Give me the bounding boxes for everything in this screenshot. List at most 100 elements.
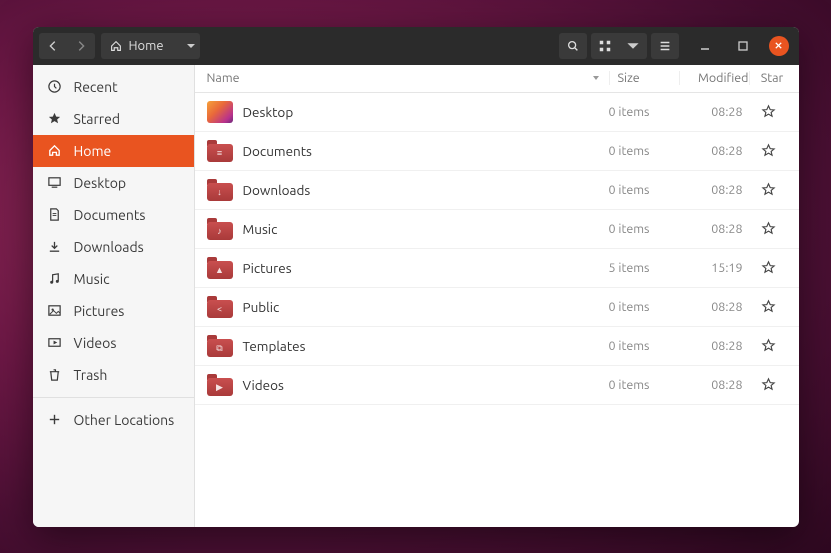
file-modified-cell: 08:28 — [679, 105, 749, 119]
minimize-button[interactable] — [693, 34, 717, 58]
sidebar-item-label: Starred — [74, 111, 121, 127]
sidebar-item-label: Documents — [74, 207, 146, 223]
folder-icon: ♪ — [207, 218, 233, 240]
file-name-cell: Desktop — [207, 101, 609, 123]
view-dropdown-button[interactable] — [619, 33, 647, 59]
maximize-button[interactable] — [731, 34, 755, 58]
trash-icon — [47, 367, 62, 382]
sidebar-item-label: Music — [74, 271, 110, 287]
file-modified-cell: 08:28 — [679, 144, 749, 158]
sidebar-item-label: Pictures — [74, 303, 125, 319]
close-icon — [774, 41, 783, 50]
file-row[interactable]: < Public 0 items 08:28 — [195, 288, 799, 327]
sidebar-item-label: Recent — [74, 79, 118, 95]
column-header-size[interactable]: Size — [609, 71, 679, 85]
download-icon — [47, 239, 62, 254]
path-bar[interactable]: Home — [101, 33, 200, 59]
column-header-name[interactable]: Name — [207, 71, 609, 85]
file-star-cell[interactable] — [749, 182, 789, 197]
file-name-label: Downloads — [243, 182, 311, 198]
sidebar-item-label: Home — [74, 143, 112, 159]
column-header-modified[interactable]: Modified — [679, 71, 749, 85]
chevron-left-icon — [46, 39, 60, 53]
star-icon — [761, 221, 776, 236]
hamburger-icon — [658, 39, 672, 53]
sidebar-item-videos[interactable]: Videos — [33, 327, 194, 359]
file-name-cell: ≡ Documents — [207, 140, 609, 162]
file-row[interactable]: ▲ Pictures 5 items 15:19 — [195, 249, 799, 288]
sidebar-item-desktop[interactable]: Desktop — [33, 167, 194, 199]
sidebar-item-label: Videos — [74, 335, 117, 351]
sidebar-item-starred[interactable]: Starred — [33, 103, 194, 135]
file-modified-cell: 15:19 — [679, 261, 749, 275]
file-star-cell[interactable] — [749, 221, 789, 236]
file-row[interactable]: ▶ Videos 0 items 08:28 — [195, 366, 799, 405]
close-button[interactable] — [769, 36, 789, 56]
forward-button[interactable] — [67, 33, 95, 59]
star-fill-icon — [47, 111, 62, 126]
hamburger-menu-button[interactable] — [651, 33, 679, 59]
file-star-cell[interactable] — [749, 377, 789, 392]
sidebar-item-home[interactable]: Home — [33, 135, 194, 167]
file-name-cell: ↓ Downloads — [207, 179, 609, 201]
file-name-label: Music — [243, 221, 278, 237]
back-button[interactable] — [39, 33, 67, 59]
folder-icon: ▲ — [207, 257, 233, 279]
sidebar-item-music[interactable]: Music — [33, 263, 194, 295]
file-name-label: Documents — [243, 143, 312, 159]
file-row[interactable]: ≡ Documents 0 items 08:28 — [195, 132, 799, 171]
sidebar-item-downloads[interactable]: Downloads — [33, 231, 194, 263]
home-icon — [47, 143, 62, 158]
file-row[interactable]: ↓ Downloads 0 items 08:28 — [195, 171, 799, 210]
star-icon — [761, 338, 776, 353]
star-icon — [761, 182, 776, 197]
grid-icon — [598, 39, 612, 53]
file-row[interactable]: ⧉ Templates 0 items 08:28 — [195, 327, 799, 366]
folder-icon: ▶ — [207, 374, 233, 396]
file-star-cell[interactable] — [749, 143, 789, 158]
file-star-cell[interactable] — [749, 299, 789, 314]
sidebar-item-label: Downloads — [74, 239, 144, 255]
sort-indicator-icon — [591, 73, 601, 83]
file-name-cell: < Public — [207, 296, 609, 318]
sidebar-item-other-locations[interactable]: Other Locations — [33, 404, 194, 436]
star-icon — [761, 104, 776, 119]
sidebar-item-trash[interactable]: Trash — [33, 359, 194, 391]
file-modified-cell: 08:28 — [679, 339, 749, 353]
file-modified-cell: 08:28 — [679, 300, 749, 314]
file-name-cell: ▶ Videos — [207, 374, 609, 396]
star-icon — [761, 143, 776, 158]
file-star-cell[interactable] — [749, 260, 789, 275]
file-row[interactable]: ♪ Music 0 items 08:28 — [195, 210, 799, 249]
sidebar-item-recent[interactable]: Recent — [33, 71, 194, 103]
file-size-cell: 0 items — [609, 300, 679, 314]
clock-icon — [47, 79, 62, 94]
home-icon — [109, 39, 123, 53]
file-name-label: Videos — [243, 377, 284, 393]
path-dropdown-icon[interactable] — [186, 41, 196, 51]
file-name-label: Public — [243, 299, 280, 315]
maximize-icon — [737, 40, 749, 52]
icon-view-button[interactable] — [591, 33, 619, 59]
column-header-star[interactable]: Star — [749, 71, 789, 85]
video-icon — [47, 335, 62, 350]
folder-icon: ≡ — [207, 140, 233, 162]
file-size-cell: 5 items — [609, 261, 679, 275]
file-pane: Name Size Modified Star Desktop 0 items … — [195, 65, 799, 527]
desktop-folder-icon — [207, 101, 233, 123]
file-modified-cell: 08:28 — [679, 183, 749, 197]
file-star-cell[interactable] — [749, 338, 789, 353]
titlebar: Home — [33, 27, 799, 65]
file-name-label: Pictures — [243, 260, 292, 276]
sidebar-item-documents[interactable]: Documents — [33, 199, 194, 231]
sidebar-item-label: Other Locations — [74, 412, 175, 428]
file-row[interactable]: Desktop 0 items 08:28 — [195, 93, 799, 132]
sidebar-item-pictures[interactable]: Pictures — [33, 295, 194, 327]
star-icon — [761, 260, 776, 275]
search-button[interactable] — [559, 33, 587, 59]
folder-icon: < — [207, 296, 233, 318]
sidebar-item-label: Desktop — [74, 175, 127, 191]
chevron-right-icon — [74, 39, 88, 53]
sidebar-item-label: Trash — [74, 367, 108, 383]
file-star-cell[interactable] — [749, 104, 789, 119]
